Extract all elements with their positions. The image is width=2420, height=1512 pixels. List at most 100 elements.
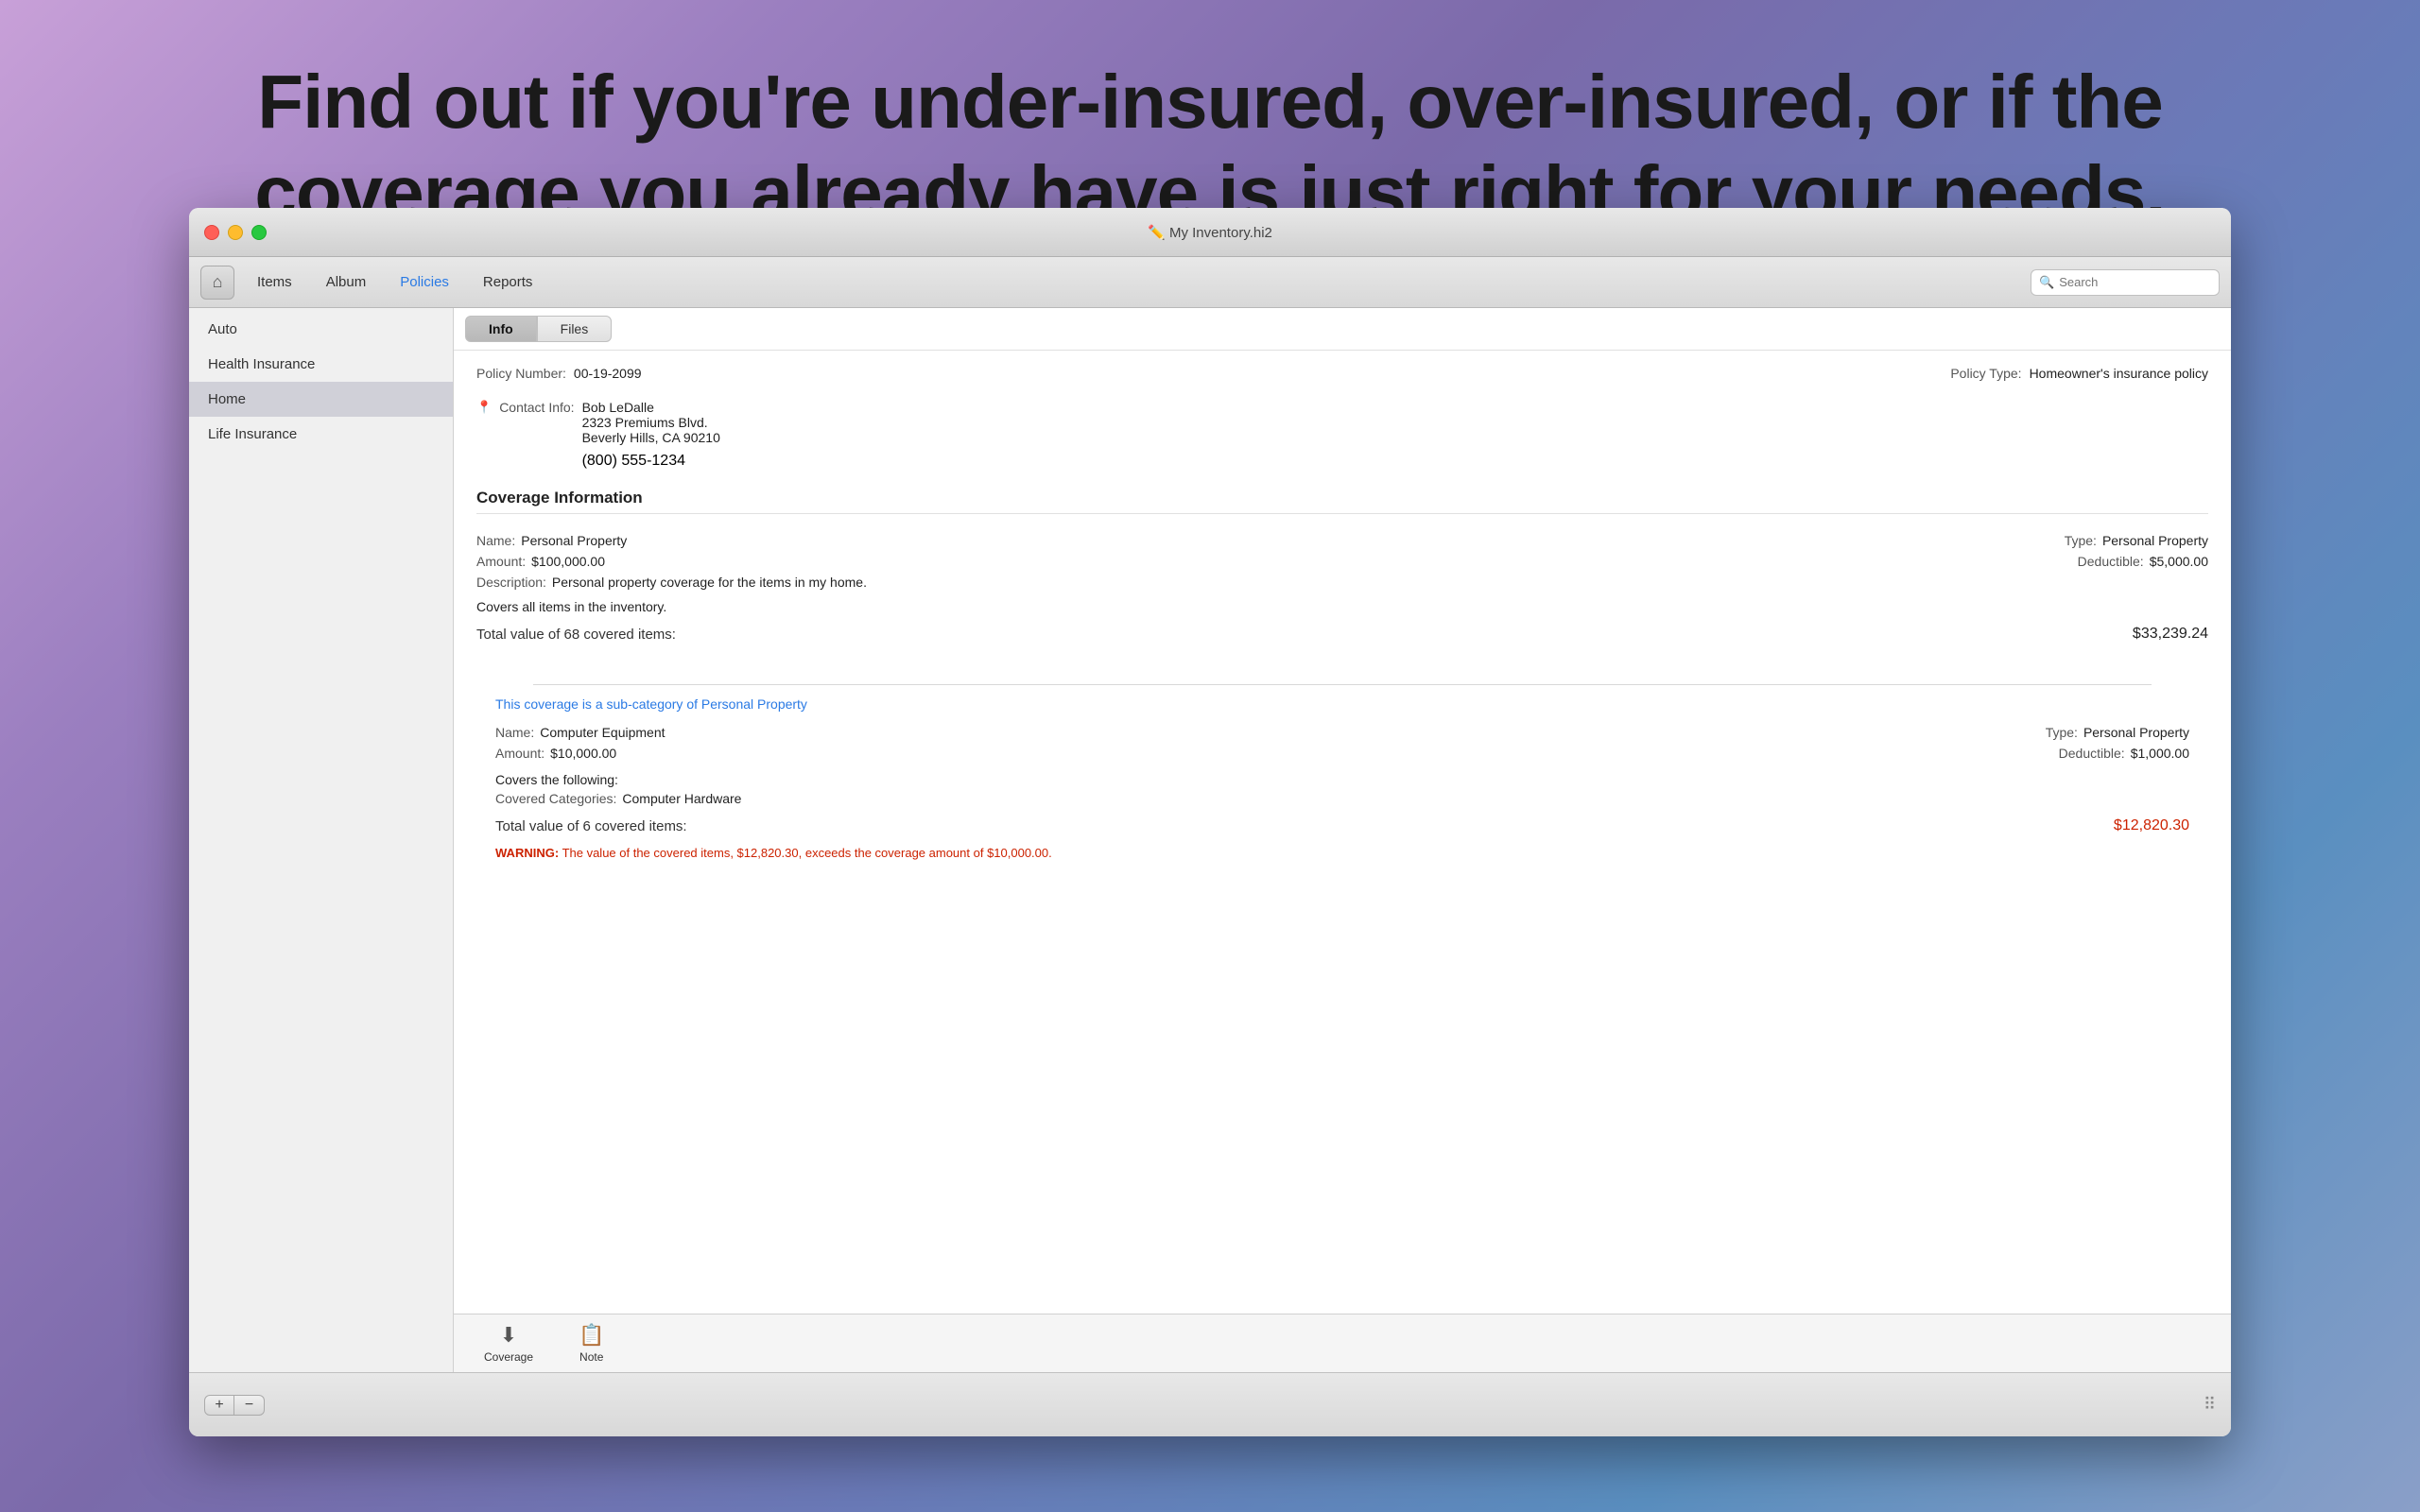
coverage-covers-text: Covers all items in the inventory. xyxy=(476,599,2208,614)
sub-name-label: Name: xyxy=(495,725,534,740)
coverage-block: Name: Personal Property Type: Personal P… xyxy=(476,522,2208,665)
minimize-button[interactable] xyxy=(228,225,243,240)
sub-categories-label: Covered Categories: xyxy=(495,791,616,806)
coverage-total-value: $33,239.24 xyxy=(2133,626,2208,643)
coverage-deductible-group: Deductible: $5,000.00 xyxy=(2078,554,2208,569)
sub-type-group: Type: Personal Property xyxy=(2046,725,2189,740)
policy-number-label: Policy Number: xyxy=(476,366,566,381)
coverage-description-label: Description: xyxy=(476,575,546,590)
bottom-tab-coverage[interactable]: ⬇ Coverage xyxy=(473,1317,544,1369)
contact-row: 📍 Contact Info: Bob LeDalle 2323 Premium… xyxy=(476,400,2208,470)
resize-handle: ⠿ xyxy=(2204,1395,2216,1415)
search-input[interactable] xyxy=(2059,275,2211,289)
detail-area: Info Files Policy Number: 00-19-2099 Pol… xyxy=(454,308,2231,1372)
traffic-lights xyxy=(204,225,267,240)
main-content: Auto Health Insurance Home Life Insuranc… xyxy=(189,308,2231,1372)
policy-content: Policy Number: 00-19-2099 Policy Type: H… xyxy=(454,351,2231,1314)
contact-pin-icon: 📍 xyxy=(476,400,492,415)
home-button[interactable]: ⌂ xyxy=(200,266,234,300)
policy-number-value: 00-19-2099 xyxy=(574,366,642,381)
coverage-amount-label: Amount: xyxy=(476,554,526,569)
sub-name-type-row: Name: Computer Equipment Type: Personal … xyxy=(495,725,2189,740)
tagline-line1: Find out if you're under-insured, over-i… xyxy=(76,57,2344,147)
sub-total-value: $12,820.30 xyxy=(2114,817,2189,834)
search-box[interactable]: 🔍 xyxy=(2031,269,2220,296)
contact-name: Bob LeDalle xyxy=(582,400,720,415)
coverage-total-label: Total value of 68 covered items: xyxy=(476,627,676,643)
sub-amount-group: Amount: $10,000.00 xyxy=(495,746,616,761)
bottom-tab-note[interactable]: 📋 Note xyxy=(567,1317,615,1369)
sub-amount-deductible-row: Amount: $10,000.00 Deductible: $1,000.00 xyxy=(495,746,2189,761)
coverage-name-group: Name: Personal Property xyxy=(476,533,627,548)
remove-button[interactable]: − xyxy=(234,1395,265,1416)
sub-type-value: Personal Property xyxy=(2083,725,2189,740)
contact-details: Bob LeDalle 2323 Premiums Blvd. Beverly … xyxy=(582,400,720,470)
contact-label: Contact Info: xyxy=(499,400,574,415)
contact-address1: 2323 Premiums Blvd. xyxy=(582,415,720,430)
coverage-tab-icon: ⬇ xyxy=(500,1323,517,1348)
sub-coverage-block: This coverage is a sub-category of Perso… xyxy=(476,696,2208,860)
tab-policies[interactable]: Policies xyxy=(385,268,464,296)
sub-name-group: Name: Computer Equipment xyxy=(495,725,666,740)
sidebar-item-home[interactable]: Home xyxy=(189,382,453,417)
title-bar: ✏️ My Inventory.hi2 xyxy=(189,208,2231,257)
warning-message: The value of the covered items, $12,820.… xyxy=(562,846,1052,860)
main-window: ✏️ My Inventory.hi2 ⌂ Items Album Polici… xyxy=(189,208,2231,1436)
coverage-amount-group: Amount: $100,000.00 xyxy=(476,554,605,569)
segment-files[interactable]: Files xyxy=(537,316,613,342)
sub-type-label: Type: xyxy=(2046,725,2078,740)
search-icon: 🔍 xyxy=(2039,275,2054,290)
tab-reports[interactable]: Reports xyxy=(468,268,548,296)
sub-deductible-group: Deductible: $1,000.00 xyxy=(2059,746,2189,761)
contact-address2: Beverly Hills, CA 90210 xyxy=(582,430,720,445)
sub-coverage-divider xyxy=(533,684,2152,685)
coverage-tab-label: Coverage xyxy=(484,1350,533,1364)
policy-type-label: Policy Type: xyxy=(1950,366,2021,381)
policy-type-value: Homeowner's insurance policy xyxy=(2030,366,2208,381)
sub-warning-text: WARNING: The value of the covered items,… xyxy=(495,846,2189,860)
toolbar-tabs: Items Album Policies Reports xyxy=(242,268,2023,296)
sub-categories-value: Computer Hardware xyxy=(622,791,741,806)
sidebar-item-auto[interactable]: Auto xyxy=(189,312,453,347)
note-tab-icon: 📋 xyxy=(579,1323,604,1348)
window-title: ✏️ My Inventory.hi2 xyxy=(1148,224,1272,241)
sub-name-value: Computer Equipment xyxy=(540,725,665,740)
sub-total-label: Total value of 6 covered items: xyxy=(495,818,687,834)
sub-deductible-value: $1,000.00 xyxy=(2131,746,2189,761)
coverage-type-label: Type: xyxy=(2065,533,2097,548)
coverage-amount-deductible-row: Amount: $100,000.00 Deductible: $5,000.0… xyxy=(476,554,2208,569)
add-button[interactable]: + xyxy=(204,1395,234,1416)
detail-bottom-tabs: ⬇ Coverage 📋 Note xyxy=(454,1314,2231,1372)
warning-bold: WARNING: xyxy=(495,846,559,860)
sidebar-item-life[interactable]: Life Insurance xyxy=(189,417,453,452)
close-button[interactable] xyxy=(204,225,219,240)
coverage-name-type-row: Name: Personal Property Type: Personal P… xyxy=(476,533,2208,548)
maximize-button[interactable] xyxy=(251,225,267,240)
segment-info[interactable]: Info xyxy=(465,316,537,342)
add-remove-buttons: + − xyxy=(204,1395,265,1416)
coverage-description-row: Description: Personal property coverage … xyxy=(476,575,2208,590)
sub-deductible-label: Deductible: xyxy=(2059,746,2125,761)
policy-header: Policy Number: 00-19-2099 Policy Type: H… xyxy=(476,366,2208,388)
sub-coverage-link[interactable]: This coverage is a sub-category of Perso… xyxy=(495,696,807,712)
coverage-deductible-label: Deductible: xyxy=(2078,554,2144,569)
toolbar: ⌂ Items Album Policies Reports 🔍 xyxy=(189,257,2231,308)
note-tab-label: Note xyxy=(579,1350,603,1364)
coverage-section-title: Coverage Information xyxy=(476,489,2208,514)
coverage-total-row: Total value of 68 covered items: $33,239… xyxy=(476,626,2208,643)
coverage-name-value: Personal Property xyxy=(521,533,627,548)
sub-amount-value: $10,000.00 xyxy=(550,746,616,761)
coverage-name-label: Name: xyxy=(476,533,515,548)
coverage-type-group: Type: Personal Property xyxy=(2065,533,2208,548)
sidebar-item-health[interactable]: Health Insurance xyxy=(189,347,453,382)
tab-items[interactable]: Items xyxy=(242,268,307,296)
sub-amount-label: Amount: xyxy=(495,746,544,761)
sub-total-row: Total value of 6 covered items: $12,820.… xyxy=(495,817,2189,834)
coverage-deductible-value: $5,000.00 xyxy=(2150,554,2208,569)
contact-phone: (800) 555-1234 xyxy=(582,453,720,470)
coverage-amount-value: $100,000.00 xyxy=(531,554,605,569)
tab-album[interactable]: Album xyxy=(311,268,382,296)
sidebar: Auto Health Insurance Home Life Insuranc… xyxy=(189,308,454,1372)
coverage-type-value: Personal Property xyxy=(2102,533,2208,548)
bottom-toolbar: + − ⠿ xyxy=(189,1372,2231,1436)
